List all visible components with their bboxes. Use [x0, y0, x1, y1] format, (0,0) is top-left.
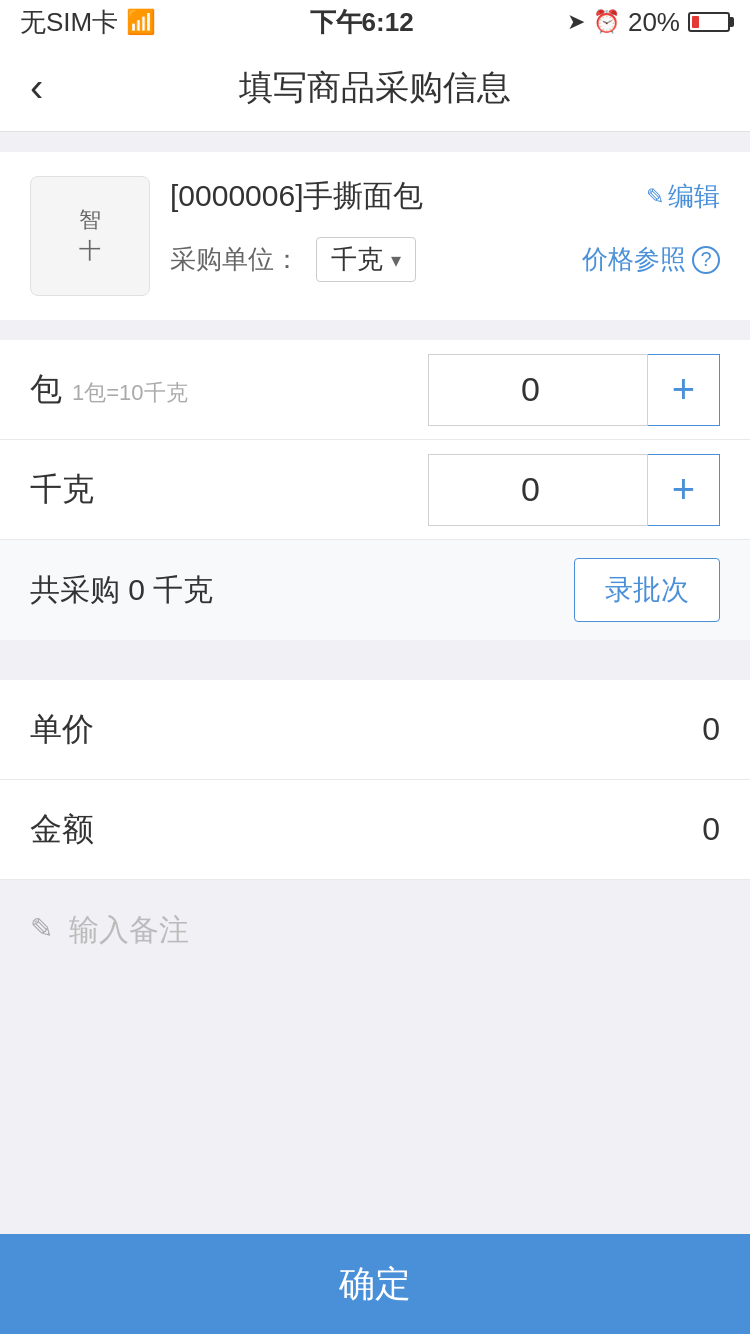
input-row-kg: 千克 +	[0, 440, 750, 540]
battery-icon	[688, 12, 730, 32]
pack-label: 包 1包=10千克	[30, 368, 428, 412]
confirm-button-label: 确定	[339, 1260, 411, 1309]
input-row-pack: 包 1包=10千克 +	[0, 340, 750, 440]
amount-row: 金额 0	[0, 780, 750, 880]
divider-1	[0, 320, 750, 340]
summary-text: 共采购 0 千克	[30, 570, 213, 611]
notes-placeholder: 输入备注	[69, 910, 189, 951]
batch-button[interactable]: 录批次	[574, 558, 720, 622]
edit-label: 编辑	[668, 179, 720, 214]
pack-quantity-input[interactable]	[428, 354, 648, 426]
content-spacer	[0, 1000, 750, 1200]
unit-value: 千克	[331, 242, 383, 277]
pack-input-wrapper: +	[428, 354, 720, 426]
nav-bar: ‹ 填写商品采购信息	[0, 44, 750, 132]
unit-row: 采购单位： 千克 ▾ 价格参照 ?	[170, 237, 720, 282]
status-bar-right: ➤ ⏰ 20%	[567, 7, 730, 38]
kg-plus-button[interactable]: +	[648, 454, 720, 526]
status-bar-left: 无SIM卡 📶	[20, 5, 156, 40]
unit-label: 采购单位：	[170, 242, 300, 277]
product-name: [0000006]手撕面包	[170, 176, 423, 217]
alarm-icon: ⏰	[593, 9, 620, 35]
summary-section: 共采购 0 千克 录批次	[0, 540, 750, 640]
edit-icon: ✎	[646, 184, 664, 210]
unit-selector[interactable]: 千克 ▾	[316, 237, 416, 282]
notes-section[interactable]: ✎ 输入备注	[0, 880, 750, 1000]
product-section: 智 十 [0000006]手撕面包 ✎ 编辑 采购单位： 千克 ▾ 价格参照 ?	[0, 152, 750, 320]
carrier-text: 无SIM卡	[20, 5, 118, 40]
price-ref-label: 价格参照	[582, 242, 686, 277]
unit-price-label: 单价	[30, 708, 94, 752]
edit-link[interactable]: ✎ 编辑	[646, 179, 720, 214]
location-icon: ➤	[567, 9, 585, 35]
product-image: 智 十	[30, 176, 150, 296]
amount-value: 0	[702, 811, 720, 848]
product-name-row: [0000006]手撕面包 ✎ 编辑	[170, 176, 720, 217]
kg-label: 千克	[30, 468, 428, 512]
notes-icon: ✎	[30, 912, 53, 945]
kg-input-wrapper: +	[428, 454, 720, 526]
status-bar-time: 下午6:12	[310, 5, 414, 40]
price-ref-link[interactable]: 价格参照 ?	[582, 242, 720, 277]
chevron-down-icon: ▾	[391, 248, 401, 272]
kg-quantity-input[interactable]	[428, 454, 648, 526]
input-section: 包 1包=10千克 + 千克 +	[0, 340, 750, 540]
unit-price-value: 0	[702, 711, 720, 748]
battery-text: 20%	[628, 7, 680, 38]
page-title: 填写商品采购信息	[239, 65, 511, 111]
confirm-bar[interactable]: 确定	[0, 1234, 750, 1334]
amount-label: 金额	[30, 808, 94, 852]
product-logo: 智 十	[79, 205, 101, 267]
status-bar: 无SIM卡 📶 下午6:12 ➤ ⏰ 20%	[0, 0, 750, 44]
wifi-icon: 📶	[126, 8, 156, 36]
info-section: 单价 0 金额 0	[0, 680, 750, 880]
divider-2	[0, 640, 750, 660]
help-icon: ?	[692, 246, 720, 274]
unit-price-row: 单价 0	[0, 680, 750, 780]
product-info: [0000006]手撕面包 ✎ 编辑 采购单位： 千克 ▾ 价格参照 ?	[170, 176, 720, 282]
pack-plus-button[interactable]: +	[648, 354, 720, 426]
pack-sublabel: 1包=10千克	[72, 378, 188, 408]
back-button[interactable]: ‹	[30, 65, 90, 110]
